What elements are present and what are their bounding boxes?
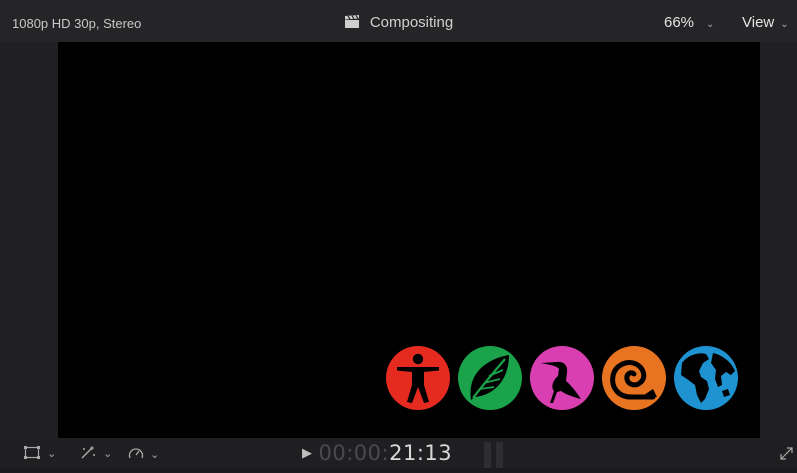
zoom-value: 66% xyxy=(664,14,695,31)
timecode-current: 21:13 xyxy=(389,441,453,465)
transform-menu[interactable]: ⌄ xyxy=(24,446,56,460)
audio-meters xyxy=(484,442,508,473)
chevron-down-icon: ⌄ xyxy=(706,19,715,30)
spiral-shell-icon xyxy=(602,346,666,410)
transform-icon xyxy=(24,446,44,460)
retime-menu[interactable]: ⌄ xyxy=(128,446,159,461)
chevron-down-icon: ⌄ xyxy=(47,448,57,460)
speedometer-icon xyxy=(128,448,147,461)
timecode-leading: 00:00: xyxy=(318,441,390,465)
view-label: View xyxy=(742,14,775,31)
letterbox-right xyxy=(760,42,797,438)
viewer-header: 1080p HD 30p, Stereo Compositing 66% ⌄ Vi… xyxy=(0,0,797,42)
play-icon[interactable]: ▶ xyxy=(302,446,313,461)
project-title: Compositing xyxy=(369,14,454,31)
fullscreen-icon[interactable] xyxy=(780,447,793,465)
timecode-display[interactable]: ▶ 00:00:21:13 xyxy=(302,441,452,465)
magic-wand-icon xyxy=(80,446,100,460)
chevron-down-icon: ⌄ xyxy=(780,19,789,30)
human-figure-icon xyxy=(386,346,450,410)
logo-circles xyxy=(386,346,738,410)
clapperboard-icon xyxy=(344,14,360,32)
chevron-down-icon: ⌄ xyxy=(150,449,160,461)
leaf-icon xyxy=(458,346,522,410)
globe-icon xyxy=(674,346,738,410)
zoom-menu[interactable]: 66% ⌄ xyxy=(664,14,714,31)
enhancements-menu[interactable]: ⌄ xyxy=(80,446,112,460)
viewer-footer: ⌄ ⌄ ⌄ ▶ 00:00:21:13 xyxy=(0,438,797,468)
view-menu[interactable]: View ⌄ xyxy=(742,14,789,31)
letterbox-left xyxy=(0,42,58,438)
bird-icon xyxy=(530,346,594,410)
chevron-down-icon: ⌄ xyxy=(103,448,113,460)
